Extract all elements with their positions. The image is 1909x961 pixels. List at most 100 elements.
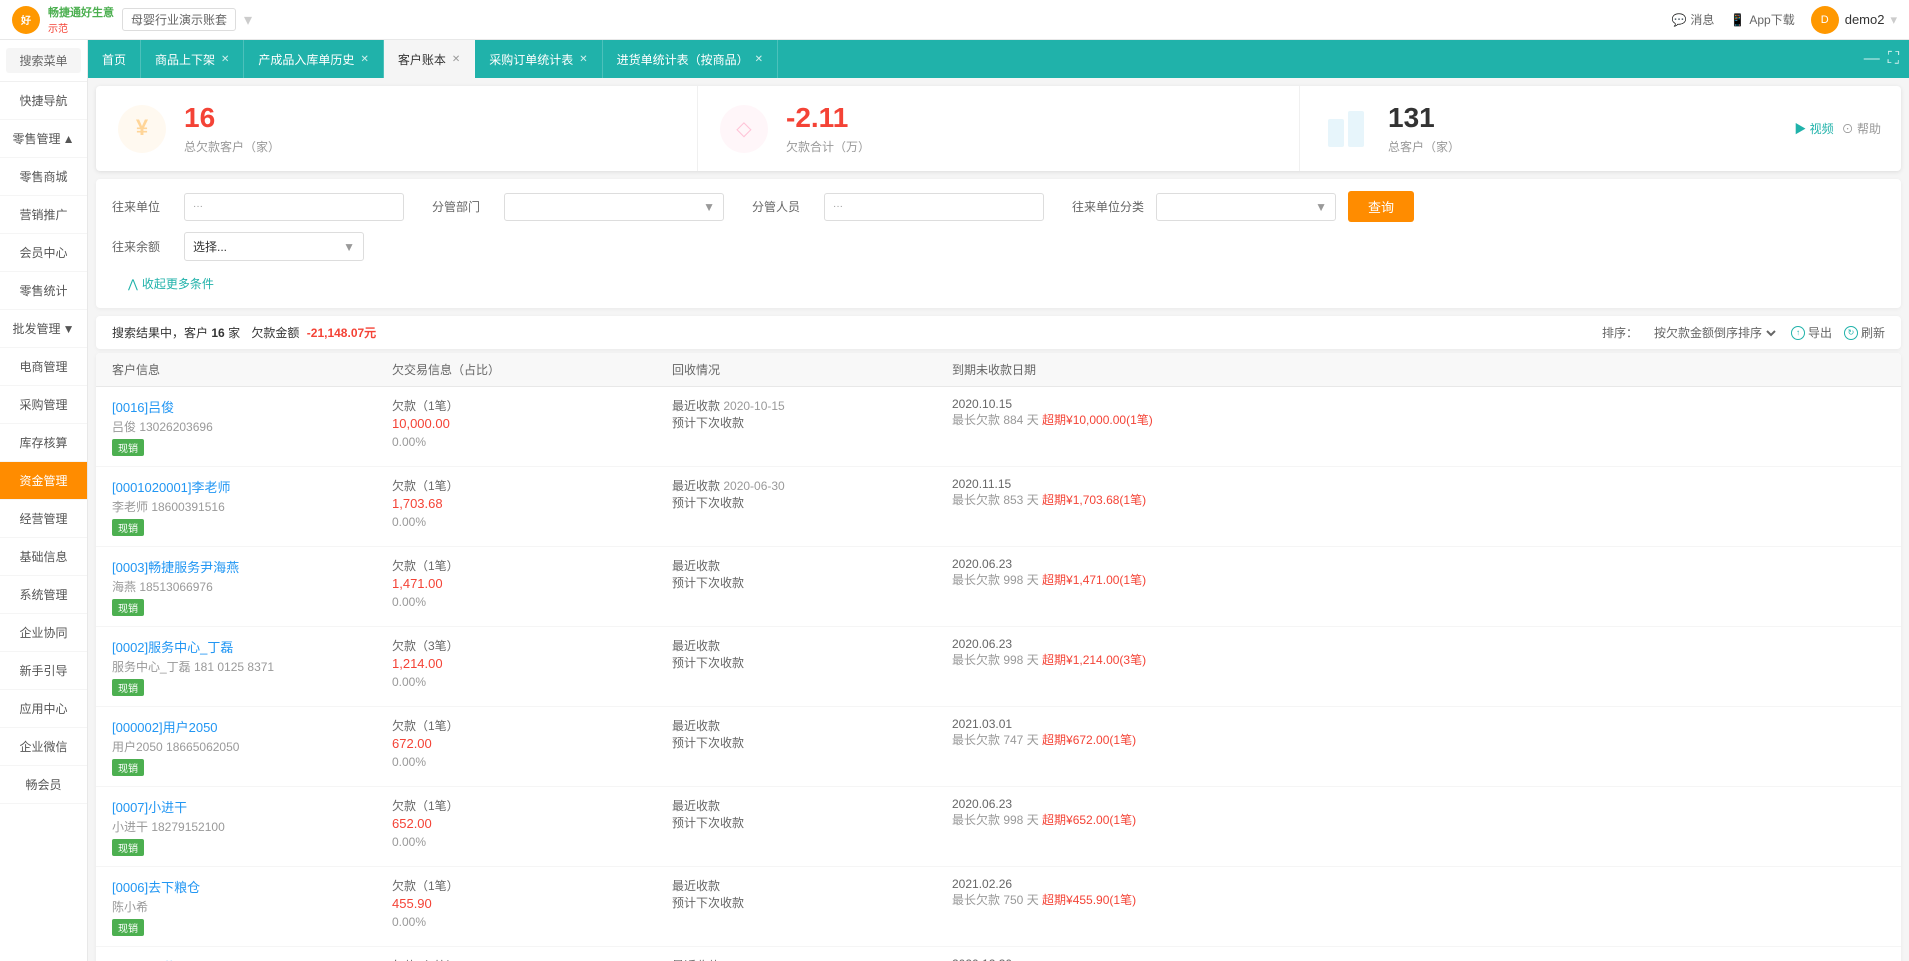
sidebar-item-system[interactable]: 系统管理 xyxy=(0,576,87,614)
help-link[interactable]: ⊙ 帮助 xyxy=(1842,120,1881,137)
refresh-btn[interactable]: ↻ 刷新 xyxy=(1844,324,1885,341)
debt-info-4: 欠款（3笔） 1,214.00 0.00% xyxy=(392,637,672,689)
sidebar-item-marketing[interactable]: 营销推广 xyxy=(0,196,87,234)
video-link[interactable]: ▶ 视频 xyxy=(1794,120,1833,137)
sidebar-item-corp-wx[interactable]: 企业微信 xyxy=(0,728,87,766)
balance-select[interactable]: 选择... ▼ xyxy=(184,232,364,261)
debt-customers-icon: ¥ xyxy=(116,103,168,155)
debt-total-label: 欠款合计（万） xyxy=(786,138,870,155)
sidebar-item-vip[interactable]: 畅会员 xyxy=(0,766,87,804)
overdue-link-7[interactable]: 超期¥455.90(1笔) xyxy=(1042,893,1136,907)
tab-customer-account-close[interactable]: ✕ xyxy=(452,54,460,65)
customer-phone-5: 用户2050 18665062050 xyxy=(112,738,392,755)
table-row: [0007]小进干 小进干 18279152100 现销 欠款（1笔） 652.… xyxy=(96,787,1901,867)
overdue-link-4[interactable]: 超期¥1,214.00(3笔) xyxy=(1042,653,1146,667)
source-unit-label: 往来单位 xyxy=(112,198,172,215)
sidebar-item-ecommerce[interactable]: 电商管理 xyxy=(0,348,87,386)
sidebar-item-newbie[interactable]: 新手引导 xyxy=(0,652,87,690)
tab-goods-shelf-close[interactable]: ✕ xyxy=(221,54,229,65)
customer-info-8: [000001]黄思源 黄思源 13552700226 现销 xyxy=(112,957,392,961)
customer-name-6[interactable]: [0007]小进干 xyxy=(112,797,392,816)
recovery-info-3: 最近收款 预计下次收款 xyxy=(672,557,952,591)
th-recovery: 回收情况 xyxy=(672,361,952,378)
person-label: 分管人员 xyxy=(752,198,812,215)
result-bar: 搜索结果中，客户 16 家 欠款金额 -21,148.07元 排序： 按欠款金额… xyxy=(96,316,1901,349)
customer-name-5[interactable]: [000002]用户2050 xyxy=(112,717,392,736)
tab-goods-stat-close[interactable]: ✕ xyxy=(755,54,763,65)
customer-name-3[interactable]: [0003]畅捷服务尹海燕 xyxy=(112,557,392,576)
sidebar-item-batch-mgmt[interactable]: 批发管理 ▼ xyxy=(0,310,87,348)
debt-info-2: 欠款（1笔） 1,703.68 0.00% xyxy=(392,477,672,529)
sidebar-item-inventory[interactable]: 库存核算 xyxy=(0,424,87,462)
sidebar-item-quick-nav[interactable]: 快捷导航 xyxy=(0,82,87,120)
customer-name-2[interactable]: [0001020001]李老师 xyxy=(112,477,392,496)
store-dropdown-icon[interactable]: ▾ xyxy=(244,10,252,30)
dept-label: 分管部门 xyxy=(432,198,492,215)
sidebar-item-retail-stat[interactable]: 零售统计 xyxy=(0,272,87,310)
tab-maximize-btn[interactable]: ⛶ xyxy=(1886,48,1901,70)
person-input[interactable]: ··· xyxy=(824,193,1044,221)
unit-type-select[interactable]: ▼ xyxy=(1156,193,1336,221)
sort-label-prefix: 排序： xyxy=(1602,324,1638,341)
sidebar-item-finance[interactable]: 资金管理 xyxy=(0,462,87,500)
tab-customer-account[interactable]: 客户账本 ✕ xyxy=(384,40,475,78)
customer-tag-1: 现销 xyxy=(112,439,144,456)
customer-name-8[interactable]: [000001]黄思源 xyxy=(112,957,392,961)
store-name[interactable]: 母婴行业演示账套 xyxy=(122,8,236,31)
sidebar-item-enterprise[interactable]: 企业协同 xyxy=(0,614,87,652)
unit-type-label: 往来单位分类 xyxy=(1072,198,1144,215)
source-unit-input[interactable]: ··· xyxy=(184,193,404,221)
customer-name-4[interactable]: [0002]服务中心_丁磊 xyxy=(112,637,392,656)
export-btn[interactable]: ↑ 导出 xyxy=(1791,324,1832,341)
overdue-link-2[interactable]: 超期¥1,703.68(1笔) xyxy=(1042,493,1146,507)
tab-minimize-btn[interactable]: — xyxy=(1862,48,1882,70)
dept-select[interactable]: ▼ xyxy=(504,193,724,221)
tab-goods-stat[interactable]: 进货单统计表（按商品） ✕ xyxy=(603,40,778,78)
table-row: [0003]畅捷服务尹海燕 海燕 18513066976 现销 欠款（1笔） 1… xyxy=(96,547,1901,627)
customer-name-7[interactable]: [0006]去下粮仓 xyxy=(112,877,392,896)
tab-home[interactable]: 首页 xyxy=(88,40,141,78)
sidebar-item-operation[interactable]: 经营管理 xyxy=(0,500,87,538)
stat-info-debt-total: -2.11 欠款合计（万） xyxy=(786,102,870,155)
sidebar-item-member[interactable]: 会员中心 xyxy=(0,234,87,272)
overdue-link-3[interactable]: 超期¥1,471.00(1笔) xyxy=(1042,573,1146,587)
sidebar-item-retail-mgmt[interactable]: 零售管理 ▲ xyxy=(0,120,87,158)
logo-icon: 好 xyxy=(12,6,40,34)
customer-name-1[interactable]: [0016]吕俊 xyxy=(112,397,392,416)
stat-card-debt-total: ◇ -2.11 欠款合计（万） xyxy=(698,86,1300,171)
customer-phone-3: 海燕 18513066976 xyxy=(112,578,392,595)
debt-info-5: 欠款（1笔） 672.00 0.00% xyxy=(392,717,672,769)
overdue-link-1[interactable]: 超期¥10,000.00(1笔) xyxy=(1042,413,1153,427)
sidebar-item-purchase[interactable]: 采购管理 xyxy=(0,386,87,424)
collapse-btn[interactable]: ⋀ 收起更多条件 xyxy=(112,271,1885,296)
debt-customers-label: 总欠款客户（家） xyxy=(184,138,280,155)
tab-purchase-order-close[interactable]: ✕ xyxy=(579,54,587,65)
customer-phone-6: 小进干 18279152100 xyxy=(112,818,392,835)
overdue-link-5[interactable]: 超期¥672.00(1笔) xyxy=(1042,733,1136,747)
collapse-area: ⋀ 收起更多条件 xyxy=(112,271,1885,296)
due-date-info-8: 2020.12.30 最长欠款 808 天 超期¥429.00(1笔) xyxy=(952,957,1885,961)
sidebar-search-area[interactable]: 搜索菜单 xyxy=(0,40,87,82)
user-area[interactable]: D demo2 ▾ xyxy=(1811,6,1897,34)
app-download-btn[interactable]: 📱 App下载 xyxy=(1730,11,1794,28)
tab-product-history[interactable]: 产成品入库单历史 ✕ xyxy=(244,40,383,78)
message-btn[interactable]: 💬 消息 xyxy=(1671,11,1714,28)
sidebar-item-apps[interactable]: 应用中心 xyxy=(0,690,87,728)
sidebar-item-basic-info[interactable]: 基础信息 xyxy=(0,538,87,576)
search-button[interactable]: 查询 xyxy=(1348,191,1414,222)
customer-tag-4: 现销 xyxy=(112,679,144,696)
customer-info-3: [0003]畅捷服务尹海燕 海燕 18513066976 现销 xyxy=(112,557,392,616)
tab-goods-shelf[interactable]: 商品上下架 ✕ xyxy=(141,40,244,78)
overdue-link-6[interactable]: 超期¥652.00(1笔) xyxy=(1042,813,1136,827)
sidebar-item-retail-shop[interactable]: 零售商城 xyxy=(0,158,87,196)
stats-row: ¥ 16 总欠款客户（家） ◇ -2.11 欠款合计（万） xyxy=(96,86,1901,171)
retail-mgmt-arrow: ▲ xyxy=(63,132,75,146)
sort-select[interactable]: 按欠款金额倒序排序 xyxy=(1650,325,1779,341)
recovery-info-2: 最近收款 2020-06-30 预计下次收款 xyxy=(672,477,952,511)
search-menu-label[interactable]: 搜索菜单 xyxy=(6,48,81,73)
tab-purchase-order[interactable]: 采购订单统计表 ✕ xyxy=(475,40,602,78)
debt-info-6: 欠款（1笔） 652.00 0.00% xyxy=(392,797,672,849)
customer-tag-6: 现销 xyxy=(112,839,144,856)
tab-product-history-close[interactable]: ✕ xyxy=(360,54,368,65)
logo-text: 畅捷通好生意 示范 xyxy=(48,4,114,35)
